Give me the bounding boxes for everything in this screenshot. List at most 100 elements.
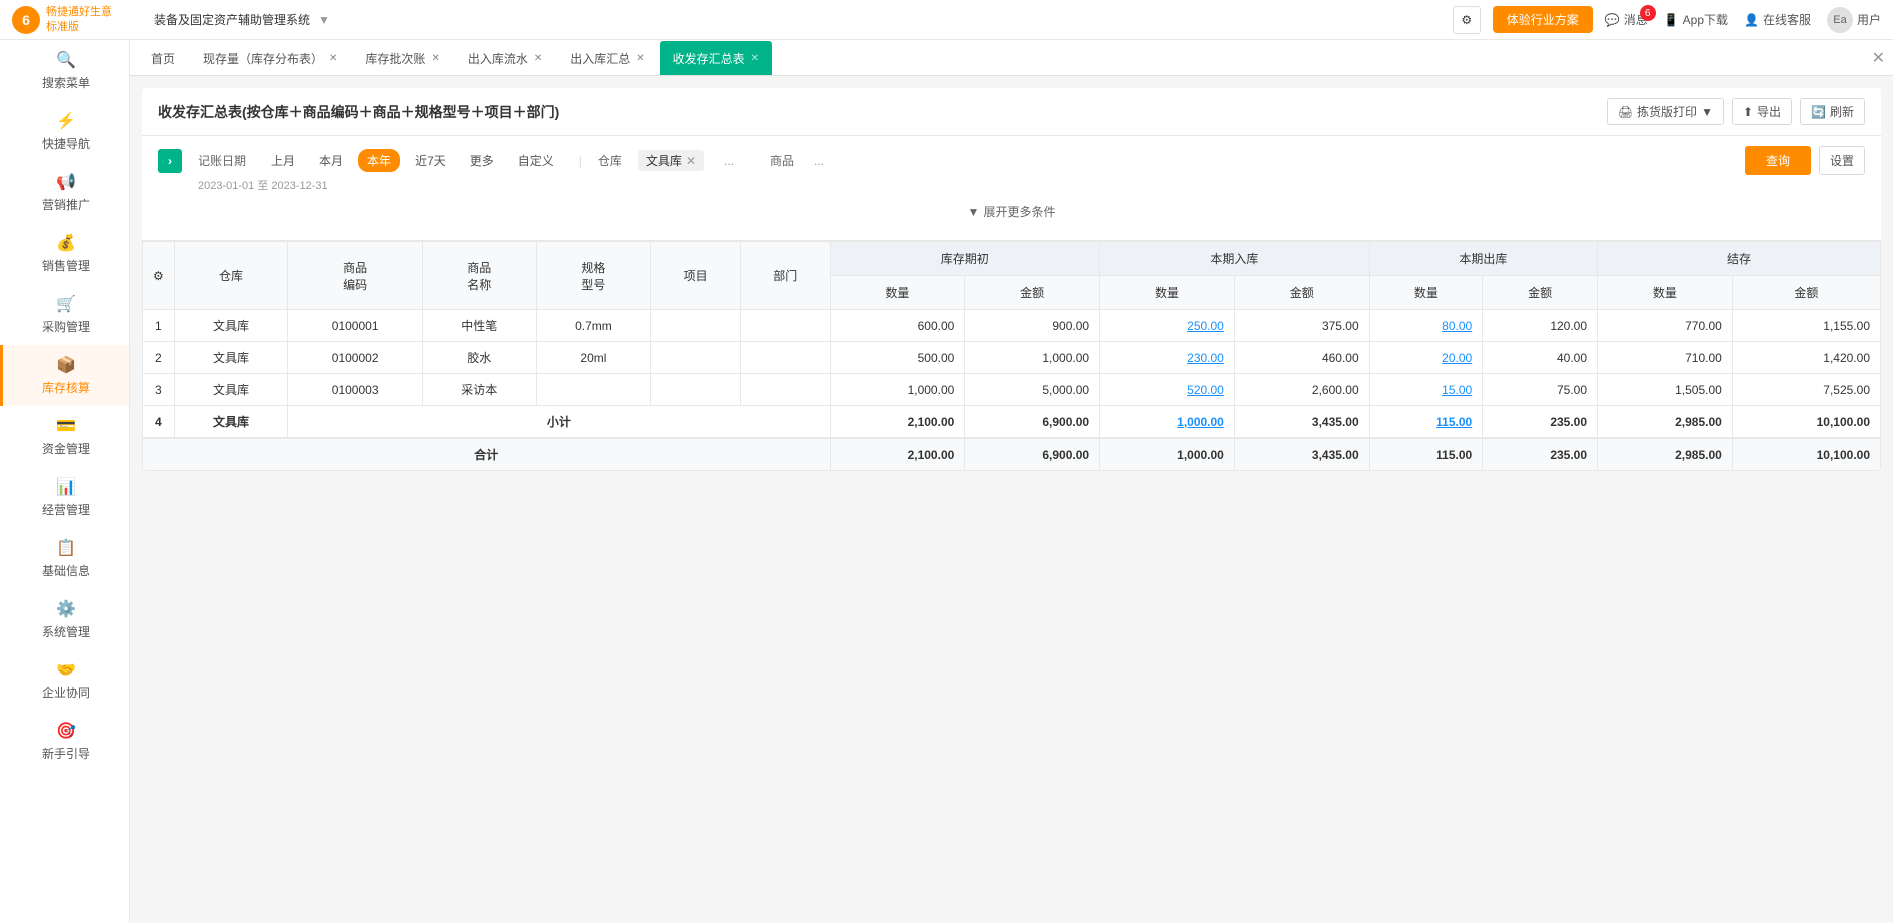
date-btn-last-month[interactable]: 上月 xyxy=(262,149,304,172)
page-content: 收发存汇总表(按仓库＋商品编码＋商品＋规格型号＋项目＋部门) 🖨 拣货版打印 ▼… xyxy=(130,76,1893,923)
message-badge: 6 xyxy=(1640,5,1656,21)
tab-inout-flow-label: 出入库流水 xyxy=(468,50,528,67)
app-download-btn[interactable]: 📱 App下载 xyxy=(1664,11,1728,28)
system-dropdown-icon[interactable]: ▼ xyxy=(318,13,330,27)
tab-inout-summary[interactable]: 出入库汇总 ✕ xyxy=(557,41,657,75)
filter-collapse-btn[interactable]: › xyxy=(158,149,182,173)
settings-icon-btn[interactable]: ⚙ xyxy=(1453,6,1481,34)
sidebar-label-basic: 基础信息 xyxy=(42,562,90,579)
expand-btn[interactable]: ▼ 展开更多条件 xyxy=(968,197,1056,226)
marketing-icon: 📢 xyxy=(56,172,76,192)
th-out-qty: 数量 xyxy=(1369,276,1483,310)
row-open-qty: 600.00 xyxy=(830,310,965,342)
row-open-amt: 5,000.00 xyxy=(965,374,1100,406)
row-bal-qty: 1,505.00 xyxy=(1598,374,1733,406)
message-btn[interactable]: 💬 消息 6 xyxy=(1605,11,1648,28)
row-in-amt: 375.00 xyxy=(1234,310,1369,342)
total-out-amt: 235.00 xyxy=(1483,438,1598,471)
print-button[interactable]: 🖨 拣货版打印 ▼ xyxy=(1607,98,1724,125)
th-in-amt: 金额 xyxy=(1234,276,1369,310)
th-open-stock: 库存期初 xyxy=(830,242,1100,276)
subtotal-bal-amt: 10,100.00 xyxy=(1732,406,1880,439)
th-in-qty: 数量 xyxy=(1100,276,1235,310)
sidebar-item-operation[interactable]: 📊 经营管理 xyxy=(0,467,129,528)
data-table: ⚙ 仓库 商品编码 商品名称 规格型号 项目 部门 库存期初 本期入库 本期出库… xyxy=(142,241,1881,471)
warehouse-ellipsis[interactable]: ... xyxy=(720,154,738,168)
date-btn-this-month[interactable]: 本月 xyxy=(310,149,352,172)
tab-batch-close[interactable]: ✕ xyxy=(431,53,439,64)
row-bal-amt: 1,155.00 xyxy=(1732,310,1880,342)
system-name: 装备及固定资产辅助管理系统 xyxy=(154,11,310,28)
date-btn-this-year[interactable]: 本年 xyxy=(358,149,400,172)
subtotal-in-amt: 3,435.00 xyxy=(1234,406,1369,439)
th-bal-qty: 数量 xyxy=(1598,276,1733,310)
sidebar-item-basic[interactable]: 📋 基础信息 xyxy=(0,528,129,589)
sidebar-item-inventory[interactable]: 📦 库存核算 xyxy=(0,345,129,406)
goods-ellipsis[interactable]: ... xyxy=(810,154,828,168)
sidebar-item-system[interactable]: ⚙️ 系统管理 xyxy=(0,589,129,650)
tab-stock-dist-close[interactable]: ✕ xyxy=(329,53,337,64)
row-dept xyxy=(740,310,830,342)
th-out-amt: 金额 xyxy=(1483,276,1598,310)
settings-filter-button[interactable]: 设置 xyxy=(1819,146,1865,175)
sidebar-item-purchase[interactable]: 🛒 采购管理 xyxy=(0,284,129,345)
sidebar-label-guide: 新手引导 xyxy=(42,745,90,762)
page-title: 收发存汇总表(按仓库＋商品编码＋商品＋规格型号＋项目＋部门) xyxy=(158,102,559,122)
tab-bar-close-all[interactable]: ✕ xyxy=(1872,48,1885,68)
tab-home[interactable]: 首页 xyxy=(138,41,188,75)
tab-recv-summary[interactable]: 收发存汇总表 ✕ xyxy=(660,41,772,75)
tab-batch[interactable]: 库存批次账 ✕ xyxy=(352,41,452,75)
tab-bar: 首页 现存量（库存分布表） ✕ 库存批次账 ✕ 出入库流水 ✕ 出入库汇总 ✕ … xyxy=(130,40,1893,76)
online-service-btn[interactable]: 👤 在线客服 xyxy=(1744,11,1811,28)
tab-inout-flow[interactable]: 出入库流水 ✕ xyxy=(455,41,555,75)
sidebar-item-enterprise[interactable]: 🤝 企业协同 xyxy=(0,650,129,711)
th-balance: 结存 xyxy=(1598,242,1881,276)
row-out-amt: 120.00 xyxy=(1483,310,1598,342)
sidebar-item-search[interactable]: 🔍 搜索菜单 xyxy=(0,40,129,101)
print-dropdown-icon: ▼ xyxy=(1701,105,1713,119)
enterprise-icon: 🤝 xyxy=(56,660,76,680)
row-goods-code: 0100001 xyxy=(288,310,423,342)
subtotal-out-amt: 235.00 xyxy=(1483,406,1598,439)
tab-stock-dist[interactable]: 现存量（库存分布表） ✕ xyxy=(190,41,350,75)
warehouse-tag-close[interactable]: ✕ xyxy=(686,154,696,168)
trial-button[interactable]: 体验行业方案 xyxy=(1493,6,1593,33)
row-dept xyxy=(740,342,830,374)
download-icon: 📱 xyxy=(1664,13,1679,27)
th-dept: 部门 xyxy=(740,242,830,310)
row-warehouse: 文具库 xyxy=(174,310,287,342)
table-wrapper: ⚙ 仓库 商品编码 商品名称 规格型号 项目 部门 库存期初 本期入库 本期出库… xyxy=(142,241,1881,471)
date-label: 记账日期 xyxy=(198,152,246,169)
th-goods-spec: 规格型号 xyxy=(536,242,651,310)
tab-recv-summary-close[interactable]: ✕ xyxy=(751,53,759,64)
row-out-qty: 80.00 xyxy=(1369,310,1483,342)
sidebar-item-guide[interactable]: 🎯 新手引导 xyxy=(0,711,129,772)
finance-icon: 💳 xyxy=(56,416,76,436)
row-goods-code: 0100002 xyxy=(288,342,423,374)
th-goods-code: 商品编码 xyxy=(288,242,423,310)
user-btn[interactable]: Ea 用户 xyxy=(1827,7,1881,33)
sidebar-item-marketing[interactable]: 📢 营销推广 xyxy=(0,162,129,223)
date-range-text: 2023-01-01 至 2023-12-31 xyxy=(198,177,328,193)
tab-batch-label: 库存批次账 xyxy=(365,50,425,67)
date-btn-more[interactable]: 更多 xyxy=(461,149,503,172)
sidebar-item-finance[interactable]: 💳 资金管理 xyxy=(0,406,129,467)
sidebar-item-quick-nav[interactable]: ⚡ 快捷导航 xyxy=(0,101,129,162)
query-button[interactable]: 查询 xyxy=(1745,146,1811,175)
date-btn-7days[interactable]: 近7天 xyxy=(406,149,455,172)
date-btn-custom[interactable]: 自定义 xyxy=(509,149,563,172)
row-goods-name: 胶水 xyxy=(423,342,536,374)
online-service-label: 在线客服 xyxy=(1763,11,1811,28)
refresh-button[interactable]: 🔄 刷新 xyxy=(1800,98,1865,125)
refresh-label: 刷新 xyxy=(1830,103,1854,120)
row-in-qty: 520.00 xyxy=(1100,374,1235,406)
sidebar-item-sales[interactable]: 💰 销售管理 xyxy=(0,223,129,284)
row-in-qty: 250.00 xyxy=(1100,310,1235,342)
print-label: 拣货版打印 xyxy=(1637,103,1697,120)
tab-inout-summary-close[interactable]: ✕ xyxy=(636,53,644,64)
row-warehouse: 文具库 xyxy=(174,342,287,374)
tab-inout-flow-close[interactable]: ✕ xyxy=(534,53,542,64)
row-project xyxy=(651,342,741,374)
sidebar-label-purchase: 采购管理 xyxy=(42,318,90,335)
export-button[interactable]: ⬆ 导出 xyxy=(1732,98,1792,125)
